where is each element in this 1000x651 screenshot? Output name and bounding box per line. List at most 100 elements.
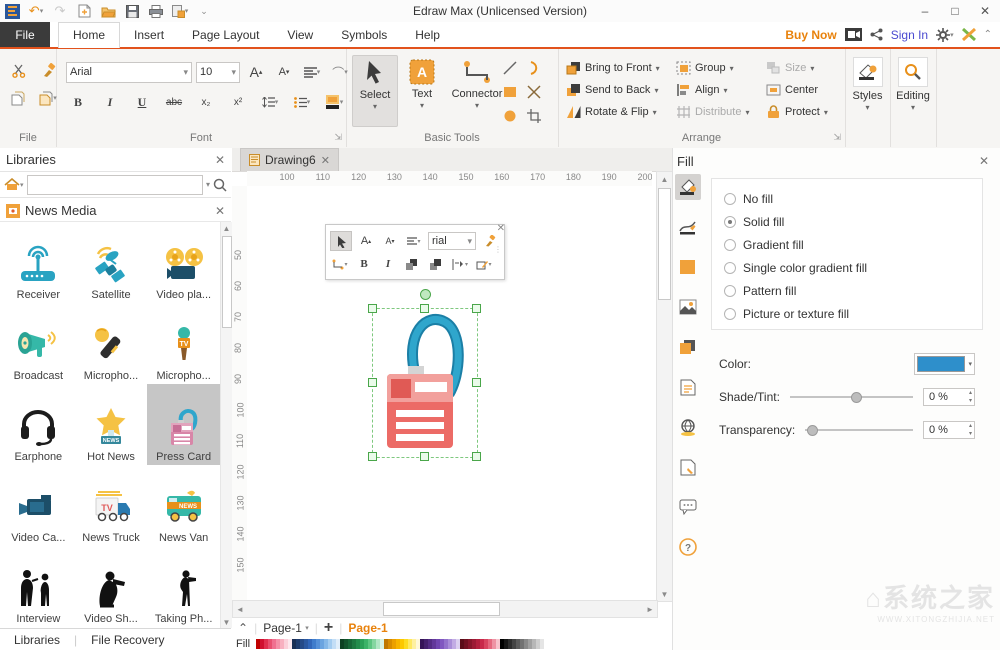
float-shape-style-button[interactable]: ▾: [474, 255, 494, 273]
italic-button[interactable]: I: [98, 91, 122, 113]
library-item-receiver[interactable]: Receiver: [2, 222, 75, 303]
bottom-tab-file-recovery[interactable]: File Recovery: [77, 633, 178, 647]
crop-tool-button[interactable]: [522, 105, 546, 127]
libraries-close-icon[interactable]: ✕: [215, 153, 225, 167]
fill-option-single-color-gradient[interactable]: Single color gradient fill: [724, 256, 982, 279]
comment-tab-icon[interactable]: [675, 494, 701, 520]
library-home-icon[interactable]: ▾: [4, 178, 24, 191]
add-page-button[interactable]: +: [324, 619, 333, 637]
scrollbar-thumb[interactable]: [383, 602, 500, 616]
new-document-button[interactable]: [74, 2, 94, 20]
fill-option-pattern-fill[interactable]: Pattern fill: [724, 279, 982, 302]
tab-insert[interactable]: Insert: [120, 22, 178, 47]
library-item-hot-news[interactable]: NEWS Hot News: [75, 384, 148, 465]
ellipse-tool-button[interactable]: [498, 105, 522, 127]
collapse-ribbon-icon[interactable]: ⌃: [984, 29, 992, 40]
minimize-button[interactable]: –: [910, 1, 940, 21]
decrease-font-button[interactable]: A▾: [272, 61, 296, 83]
group-button[interactable]: Group▾: [676, 57, 749, 79]
highlight-color-button[interactable]: ▾: [322, 91, 346, 113]
selection-handle[interactable]: [472, 452, 481, 461]
bold-button[interactable]: B: [66, 91, 90, 113]
scroll-down-icon[interactable]: ▼: [657, 587, 672, 601]
float-font-combo[interactable]: rial▾: [428, 232, 476, 250]
float-align-shapes-button[interactable]: ▾: [450, 255, 470, 273]
selection-handle[interactable]: [420, 304, 429, 313]
shade-tint-slider[interactable]: [790, 396, 913, 398]
scrollbar-thumb[interactable]: [222, 236, 232, 328]
copy-button[interactable]: [6, 87, 30, 109]
float-decrease-font-button[interactable]: A▾: [380, 232, 400, 250]
scroll-up-icon[interactable]: ▲: [221, 222, 232, 234]
scrollbar-thumb[interactable]: [658, 188, 671, 300]
tab-file[interactable]: File: [0, 22, 50, 47]
gear-icon[interactable]: ▾: [936, 28, 954, 42]
open-button[interactable]: [98, 2, 118, 20]
search-icon[interactable]: [213, 178, 227, 192]
bottom-tab-libraries[interactable]: Libraries: [0, 633, 74, 647]
float-send-back-button[interactable]: [426, 255, 446, 273]
cut-button[interactable]: [6, 59, 30, 81]
library-item-satellite[interactable]: Satellite: [75, 222, 148, 303]
tab-help[interactable]: Help: [401, 22, 454, 47]
palette-swatch[interactable]: [544, 639, 548, 649]
increase-font-button[interactable]: A▴: [244, 61, 268, 83]
attachment-tab-icon[interactable]: [675, 454, 701, 480]
maximize-button[interactable]: □: [940, 1, 970, 21]
collapse-pages-icon[interactable]: ⌃: [238, 621, 248, 635]
select-tool-button[interactable]: Select▾: [352, 55, 398, 127]
library-item-microphone-tv[interactable]: TV Micropho...: [147, 303, 220, 384]
library-item-broadcast[interactable]: Broadcast: [2, 303, 75, 384]
line-tab-icon[interactable]: [675, 214, 701, 240]
align-button[interactable]: Align▾: [676, 79, 749, 101]
rectangle-tool-button[interactable]: [498, 81, 522, 103]
undo-button[interactable]: ↶▾: [26, 2, 46, 20]
selection-box[interactable]: [372, 308, 478, 458]
close-button[interactable]: ✕: [970, 1, 1000, 21]
float-bring-front-button[interactable]: [402, 255, 422, 273]
document-tab[interactable]: Drawing6 ✕: [240, 148, 339, 171]
print-button[interactable]: [146, 2, 166, 20]
styles-button[interactable]: Styles▾: [849, 53, 887, 137]
video-demo-icon[interactable]: [845, 28, 862, 41]
floating-toolbar-drag-handle[interactable]: ⋮: [494, 245, 502, 254]
font-dialog-launcher[interactable]: ⇲: [334, 132, 342, 143]
line-tool-button[interactable]: [498, 57, 522, 79]
fill-option-solid-fill[interactable]: Solid fill: [724, 210, 982, 233]
selection-handle[interactable]: [472, 304, 481, 313]
superscript-button[interactable]: x²: [226, 91, 250, 113]
library-item-news-van[interactable]: NEWS News Van: [147, 465, 220, 546]
paste-style-button[interactable]: ▾: [170, 2, 190, 20]
scroll-down-icon[interactable]: ▼: [221, 616, 232, 628]
document-tab-close-icon[interactable]: ✕: [321, 154, 330, 167]
text-tool-button[interactable]: A Text▾: [400, 55, 444, 125]
float-align-button[interactable]: ▾: [404, 232, 424, 250]
library-item-earphone[interactable]: Earphone: [2, 384, 75, 465]
scroll-right-icon[interactable]: ►: [643, 601, 657, 617]
fill-option-gradient-fill[interactable]: Gradient fill: [724, 233, 982, 256]
tab-symbols[interactable]: Symbols: [327, 22, 401, 47]
shade-tint-spinner[interactable]: 0 %▴▾: [923, 388, 975, 406]
font-family-combo[interactable]: Arial▾: [66, 62, 192, 83]
tab-home[interactable]: Home: [58, 22, 120, 48]
drawing-page[interactable]: ✕ ⋮ A▴ A▾ ▾ rial▾ ▾ B I ▾ ▾: [247, 186, 652, 600]
rotation-handle[interactable]: [420, 289, 431, 300]
float-select-icon[interactable]: [330, 231, 352, 251]
search-dropdown-icon[interactable]: ▾: [206, 180, 210, 189]
library-item-taking-photo[interactable]: Taking Ph...: [147, 546, 220, 627]
h-scrollbar[interactable]: ◄ ►: [232, 600, 658, 618]
fill-panel-close-icon[interactable]: ✕: [979, 154, 989, 168]
underline-button[interactable]: U: [130, 91, 154, 113]
library-search-input[interactable]: [27, 175, 203, 195]
library-item-interview[interactable]: Interview: [2, 546, 75, 627]
tab-page-layout[interactable]: Page Layout: [178, 22, 273, 47]
fill-tab-icon[interactable]: [675, 174, 701, 200]
protect-button[interactable]: Protect▾: [766, 101, 828, 123]
brand-x-icon[interactable]: [962, 28, 976, 41]
editing-button[interactable]: Editing▾: [893, 53, 933, 137]
page-tab-active[interactable]: Page-1: [348, 621, 387, 635]
page-selector[interactable]: Page-1 ▾: [263, 621, 309, 635]
distribute-button[interactable]: Distribute▾: [676, 101, 749, 123]
selection-handle[interactable]: [368, 452, 377, 461]
fill-color-picker[interactable]: ▾: [914, 353, 975, 375]
